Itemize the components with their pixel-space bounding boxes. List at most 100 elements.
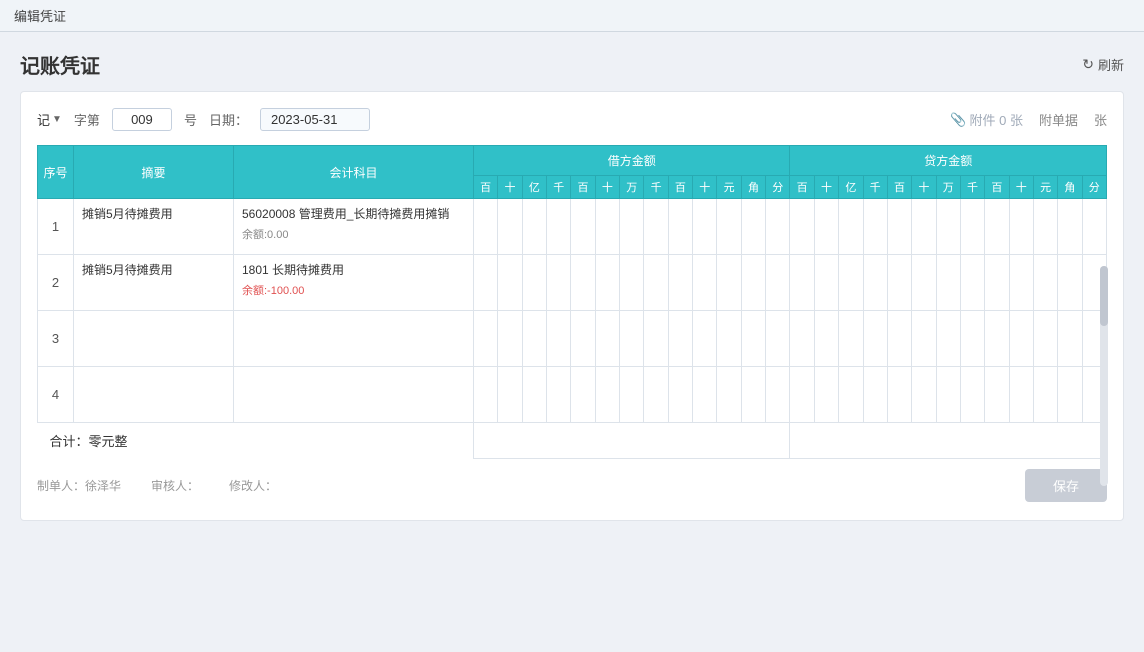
credit-cell[interactable]	[912, 311, 936, 367]
credit-cell[interactable]	[863, 199, 887, 255]
credit-cell[interactable]	[985, 367, 1009, 423]
credit-cell[interactable]	[814, 367, 838, 423]
row-account[interactable]: 56020008 管理费用_长期待摊费用摊销余额:0.00	[234, 199, 474, 255]
credit-cell[interactable]	[912, 367, 936, 423]
zi-number-input[interactable]	[112, 108, 172, 131]
date-input[interactable]	[260, 108, 370, 131]
debit-cell[interactable]	[717, 255, 741, 311]
debit-cell[interactable]	[668, 311, 692, 367]
debit-cell[interactable]	[741, 199, 765, 255]
credit-cell[interactable]	[839, 255, 863, 311]
debit-cell[interactable]	[668, 199, 692, 255]
debit-cell[interactable]	[498, 199, 522, 255]
credit-cell[interactable]	[912, 199, 936, 255]
credit-cell[interactable]	[960, 311, 984, 367]
debit-cell[interactable]	[693, 311, 717, 367]
row-summary[interactable]: 摊销5月待摊费用	[74, 255, 234, 311]
credit-cell[interactable]	[863, 367, 887, 423]
credit-cell[interactable]	[790, 311, 814, 367]
credit-cell[interactable]	[1058, 367, 1082, 423]
credit-cell[interactable]	[1033, 199, 1057, 255]
credit-cell[interactable]	[936, 367, 960, 423]
credit-cell[interactable]	[887, 199, 911, 255]
scrollbar[interactable]	[1100, 266, 1108, 486]
save-button[interactable]: 保存	[1025, 469, 1107, 502]
debit-cell[interactable]	[644, 367, 668, 423]
credit-cell[interactable]	[839, 311, 863, 367]
debit-cell[interactable]	[522, 367, 546, 423]
debit-cell[interactable]	[522, 199, 546, 255]
credit-cell[interactable]	[985, 199, 1009, 255]
debit-cell[interactable]	[717, 199, 741, 255]
credit-cell[interactable]	[936, 311, 960, 367]
credit-cell[interactable]	[1033, 311, 1057, 367]
credit-cell[interactable]	[814, 255, 838, 311]
debit-cell[interactable]	[620, 367, 644, 423]
credit-cell[interactable]	[887, 367, 911, 423]
row-summary[interactable]	[74, 367, 234, 423]
credit-cell[interactable]	[1009, 367, 1033, 423]
debit-cell[interactable]	[693, 255, 717, 311]
credit-cell[interactable]	[887, 311, 911, 367]
credit-cell[interactable]	[1058, 255, 1082, 311]
credit-cell[interactable]	[985, 311, 1009, 367]
credit-cell[interactable]	[790, 199, 814, 255]
refresh-button[interactable]: ↻ 刷新	[1082, 55, 1124, 74]
debit-cell[interactable]	[644, 311, 668, 367]
debit-cell[interactable]	[668, 367, 692, 423]
debit-cell[interactable]	[547, 255, 571, 311]
debit-cell[interactable]	[571, 367, 595, 423]
debit-cell[interactable]	[717, 367, 741, 423]
debit-cell[interactable]	[498, 255, 522, 311]
row-summary[interactable]	[74, 311, 234, 367]
debit-cell[interactable]	[741, 367, 765, 423]
debit-cell[interactable]	[766, 199, 790, 255]
row-summary[interactable]: 摊销5月待摊费用	[74, 199, 234, 255]
debit-cell[interactable]	[547, 199, 571, 255]
credit-cell[interactable]	[960, 255, 984, 311]
debit-cell[interactable]	[498, 367, 522, 423]
debit-cell[interactable]	[595, 199, 619, 255]
credit-cell[interactable]	[912, 255, 936, 311]
credit-cell[interactable]	[1033, 255, 1057, 311]
debit-cell[interactable]	[766, 367, 790, 423]
row-account[interactable]	[234, 311, 474, 367]
debit-cell[interactable]	[766, 311, 790, 367]
debit-cell[interactable]	[474, 311, 498, 367]
credit-cell[interactable]	[1009, 199, 1033, 255]
debit-cell[interactable]	[766, 255, 790, 311]
debit-cell[interactable]	[595, 311, 619, 367]
row-account[interactable]: 1801 长期待摊费用余额:-100.00	[234, 255, 474, 311]
credit-cell[interactable]	[985, 255, 1009, 311]
debit-cell[interactable]	[571, 311, 595, 367]
debit-cell[interactable]	[474, 367, 498, 423]
credit-cell[interactable]	[790, 255, 814, 311]
debit-cell[interactable]	[571, 199, 595, 255]
debit-cell[interactable]	[693, 367, 717, 423]
debit-cell[interactable]	[693, 199, 717, 255]
ji-select[interactable]: 记 ▼	[37, 110, 62, 129]
debit-cell[interactable]	[741, 255, 765, 311]
debit-cell[interactable]	[717, 311, 741, 367]
credit-cell[interactable]	[1009, 255, 1033, 311]
debit-cell[interactable]	[547, 367, 571, 423]
debit-cell[interactable]	[595, 255, 619, 311]
debit-cell[interactable]	[498, 311, 522, 367]
debit-cell[interactable]	[547, 311, 571, 367]
credit-cell[interactable]	[1082, 199, 1106, 255]
debit-cell[interactable]	[595, 367, 619, 423]
credit-cell[interactable]	[936, 255, 960, 311]
debit-cell[interactable]	[741, 311, 765, 367]
credit-cell[interactable]	[936, 199, 960, 255]
credit-cell[interactable]	[960, 199, 984, 255]
debit-cell[interactable]	[522, 311, 546, 367]
debit-cell[interactable]	[620, 255, 644, 311]
credit-cell[interactable]	[863, 311, 887, 367]
credit-cell[interactable]	[814, 199, 838, 255]
debit-cell[interactable]	[668, 255, 692, 311]
row-account[interactable]	[234, 367, 474, 423]
debit-cell[interactable]	[620, 199, 644, 255]
credit-cell[interactable]	[1058, 199, 1082, 255]
credit-cell[interactable]	[887, 255, 911, 311]
credit-cell[interactable]	[863, 255, 887, 311]
